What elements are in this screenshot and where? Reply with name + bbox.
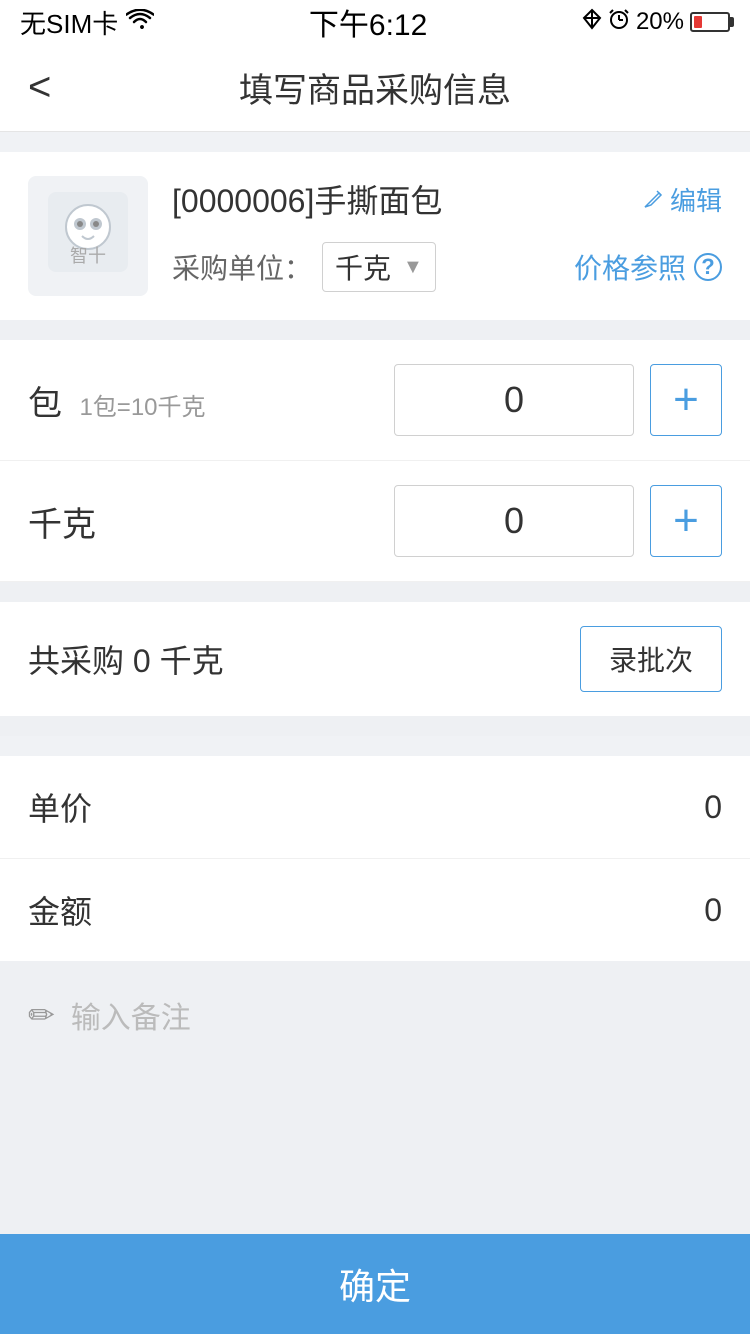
dropdown-arrow-icon: ▼: [403, 256, 423, 279]
status-left: 无SIM卡: [20, 4, 154, 41]
unit-price-value: 0: [704, 789, 722, 826]
purchase-unit-row: 采购单位： 千克 ▼ 价格参照 ?: [172, 242, 722, 292]
remark-placeholder: 输入备注: [71, 993, 191, 1037]
unit-value: 千克: [335, 247, 391, 287]
pencil-icon: ✏: [28, 996, 55, 1034]
product-thumbnail: 智十: [48, 192, 128, 281]
product-info: [0000006]手撕面包 编辑 采购单位： 千克 ▼ 价格参照 ?: [172, 176, 722, 292]
pack-input-row: 包 1包=10千克 0 +: [0, 340, 750, 461]
pack-input-wrap: 0 +: [206, 364, 722, 436]
kg-input-wrap: 0 +: [108, 485, 722, 557]
price-ref-label: 价格参照: [574, 247, 686, 287]
pack-plus-button[interactable]: +: [650, 364, 722, 436]
page-title: 填写商品采购信息: [239, 63, 511, 112]
price-section: 单价 0 金额 0: [0, 756, 750, 961]
status-bar: 无SIM卡 下午6:12: [0, 0, 750, 44]
input-section: 包 1包=10千克 0 + 千克 0 +: [0, 340, 750, 582]
confirm-button[interactable]: 确定: [339, 1258, 411, 1310]
location-icon: [582, 8, 602, 37]
price-ref-button[interactable]: 价格参照 ?: [574, 247, 722, 287]
divider-3: [0, 716, 750, 736]
carrier-label: 无SIM卡: [20, 4, 118, 41]
pack-sublabel: 1包=10千克: [79, 394, 205, 421]
unit-price-label: 单价: [28, 784, 92, 830]
status-right: 20%: [582, 8, 730, 37]
back-button[interactable]: <: [28, 65, 51, 110]
remark-section[interactable]: ✏ 输入备注: [0, 961, 750, 1069]
edit-button[interactable]: 编辑: [642, 181, 722, 218]
total-text: 共采购 0 千克: [28, 636, 224, 682]
status-time: 下午6:12: [309, 0, 427, 44]
battery-percent: 20%: [636, 8, 684, 36]
kg-input-row: 千克 0 +: [0, 461, 750, 582]
purchase-unit-label: 采购单位：: [172, 247, 312, 287]
total-unit: 千克: [160, 643, 224, 679]
total-quantity: 0: [133, 643, 151, 679]
divider-1: [0, 320, 750, 340]
svg-text:智十: 智十: [70, 246, 106, 266]
product-card: 智十 [0000006]手撕面包 编辑 采购单位： 千克 ▼: [0, 152, 750, 320]
nav-bar: < 填写商品采购信息: [0, 44, 750, 132]
amount-label: 金额: [28, 887, 92, 933]
amount-value: 0: [704, 892, 722, 929]
unit-select[interactable]: 千克 ▼: [322, 242, 436, 292]
pack-input[interactable]: 0: [394, 364, 634, 436]
batch-button[interactable]: 录批次: [580, 626, 722, 692]
product-image: 智十: [28, 176, 148, 296]
unit-price-row: 单价 0: [0, 756, 750, 859]
alarm-icon: [608, 8, 630, 37]
total-row: 共采购 0 千克 录批次: [0, 602, 750, 716]
kg-label: 千克: [28, 497, 108, 546]
pack-label: 包 1包=10千克: [28, 376, 206, 425]
amount-row: 金额 0: [0, 859, 750, 961]
product-name-row: [0000006]手撕面包 编辑: [172, 176, 722, 222]
kg-plus-button[interactable]: +: [650, 485, 722, 557]
confirm-bar[interactable]: 确定: [0, 1234, 750, 1334]
product-full-name: [0000006]手撕面包: [172, 176, 442, 222]
kg-input[interactable]: 0: [394, 485, 634, 557]
wifi-icon: [126, 7, 154, 38]
battery-icon: [690, 12, 730, 32]
edit-label: 编辑: [670, 181, 722, 218]
divider-2: [0, 582, 750, 602]
help-icon: ?: [694, 253, 722, 281]
